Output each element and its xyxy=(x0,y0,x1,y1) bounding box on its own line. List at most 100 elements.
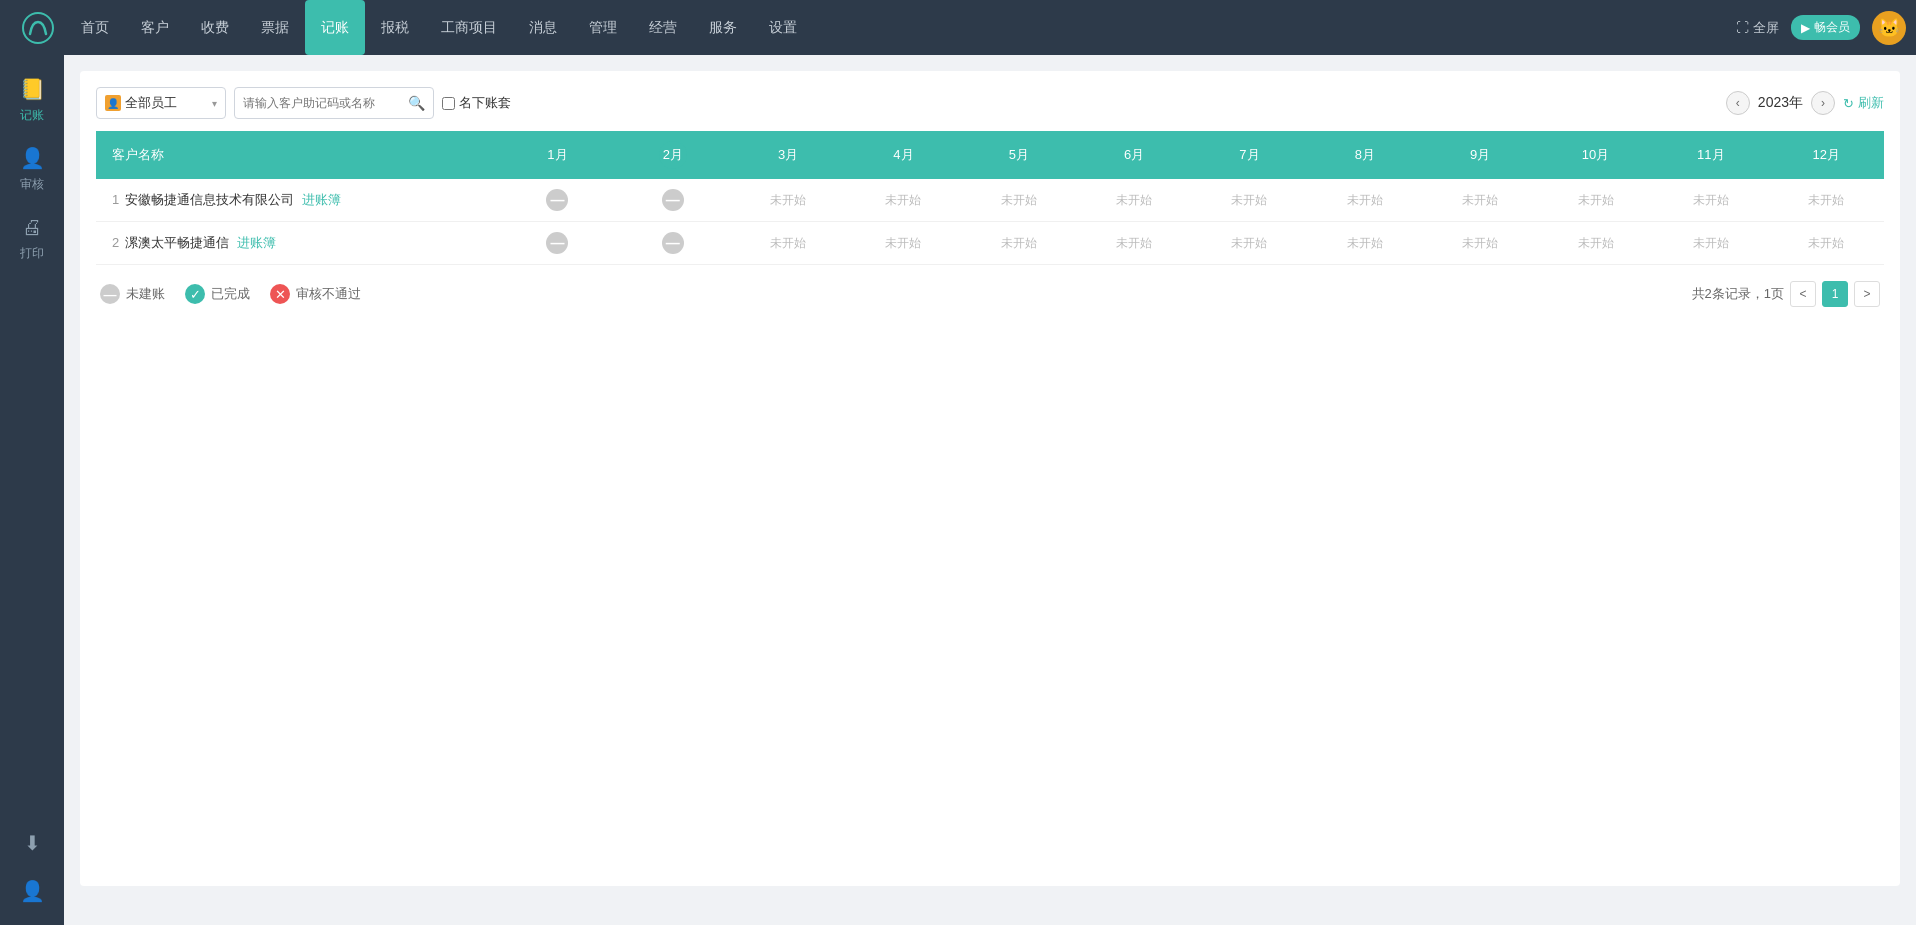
nav-item-customer[interactable]: 客户 xyxy=(125,0,185,55)
nav-item-manage[interactable]: 管理 xyxy=(573,0,633,55)
nav-item-account[interactable]: 记账 xyxy=(305,0,365,55)
month-cell-m12: 未开始 xyxy=(1769,222,1884,265)
year-label: 2023年 xyxy=(1758,94,1803,112)
not-built-icon: — xyxy=(662,232,684,254)
month-cell-m7: 未开始 xyxy=(1192,222,1307,265)
app-logo xyxy=(10,12,65,44)
not-built-icon: — xyxy=(546,232,568,254)
page-1-button[interactable]: 1 xyxy=(1822,281,1848,307)
month-cell-m4: 未开始 xyxy=(846,222,961,265)
sidebar-item-audit[interactable]: 👤审核 xyxy=(0,134,64,203)
prev-page-button[interactable]: < xyxy=(1790,281,1816,307)
search-icon[interactable]: 🔍 xyxy=(408,95,425,111)
sidebar-item-user[interactable]: 👤 xyxy=(0,867,64,915)
nav-item-service[interactable]: 服务 xyxy=(693,0,753,55)
month-cell-m8: 未开始 xyxy=(1307,222,1422,265)
nav-item-operation[interactable]: 经营 xyxy=(633,0,693,55)
month-cell-m11: 未开始 xyxy=(1653,222,1768,265)
svg-point-0 xyxy=(23,13,53,43)
nav-item-invoice[interactable]: 票据 xyxy=(245,0,305,55)
download-icon: ⬇ xyxy=(18,829,46,857)
toolbar: 👤 全部员工 ▾ 🔍 名下账套 ‹ 2023年 › ↻ 刷新 xyxy=(96,87,1884,119)
col-header-m9: 9月 xyxy=(1422,131,1537,179)
top-nav: 首页客户收费票据记账报税工商项目消息管理经营服务设置 ⛶ 全屏 ▶ 畅会员 🐱 xyxy=(0,0,1916,55)
account-icon: 📒 xyxy=(18,75,46,103)
enter-ledger-link[interactable]: 进账簿 xyxy=(302,192,341,207)
refresh-icon: ↻ xyxy=(1843,96,1854,111)
month-cell-m3: 未开始 xyxy=(730,179,845,222)
next-page-button[interactable]: > xyxy=(1854,281,1880,307)
avatar[interactable]: 🐱 xyxy=(1872,11,1906,45)
nav-item-message[interactable]: 消息 xyxy=(513,0,573,55)
table-row: 1安徽畅捷通信息技术有限公司进账簿——未开始未开始未开始未开始未开始未开始未开始… xyxy=(96,179,1884,222)
month-cell-m9: 未开始 xyxy=(1422,222,1537,265)
month-cell-m3: 未开始 xyxy=(730,222,845,265)
prev-year-button[interactable]: ‹ xyxy=(1726,91,1750,115)
nav-item-settings[interactable]: 设置 xyxy=(753,0,813,55)
month-cell-m9: 未开始 xyxy=(1422,179,1537,222)
vip-button[interactable]: ▶ 畅会员 xyxy=(1791,15,1860,40)
col-header-m1: 1月 xyxy=(500,131,615,179)
not-built-icon: — xyxy=(662,189,684,211)
legend-item: ✓已完成 xyxy=(185,284,250,304)
print-icon: 🖨 xyxy=(18,213,46,241)
month-cell-m6: 未开始 xyxy=(1076,179,1191,222)
month-cell-m5: 未开始 xyxy=(961,222,1076,265)
top-nav-items: 首页客户收费票据记账报税工商项目消息管理经营服务设置 xyxy=(65,0,1736,55)
table-row: 2漯澳太平畅捷通信进账簿——未开始未开始未开始未开始未开始未开始未开始未开始未开… xyxy=(96,222,1884,265)
table-scroll-wrap: 客户名称1月2月3月4月5月6月7月8月9月10月11月12月1安徽畅捷通信息技… xyxy=(96,131,1884,265)
month-cell-m12: 未开始 xyxy=(1769,179,1884,222)
content-area: 👤 全部员工 ▾ 🔍 名下账套 ‹ 2023年 › ↻ 刷新 xyxy=(80,71,1900,886)
fullscreen-button[interactable]: ⛶ 全屏 xyxy=(1736,19,1779,37)
main-content: 👤 全部员工 ▾ 🔍 名下账套 ‹ 2023年 › ↻ 刷新 xyxy=(64,55,1916,925)
col-header-m8: 8月 xyxy=(1307,131,1422,179)
audit-icon: 👤 xyxy=(18,144,46,172)
col-header-name: 客户名称 xyxy=(96,131,500,179)
col-header-m10: 10月 xyxy=(1538,131,1653,179)
refresh-button[interactable]: ↻ 刷新 xyxy=(1843,94,1884,112)
nav-item-billing[interactable]: 收费 xyxy=(185,0,245,55)
month-cell-m1[interactable]: — xyxy=(500,179,615,222)
month-cell-m2[interactable]: — xyxy=(615,179,730,222)
nav-item-business[interactable]: 工商项目 xyxy=(425,0,513,55)
employee-select[interactable]: 👤 全部员工 ▾ xyxy=(96,87,226,119)
month-cell-m4: 未开始 xyxy=(846,179,961,222)
nav-item-home[interactable]: 首页 xyxy=(65,0,125,55)
search-wrap: 🔍 xyxy=(234,87,434,119)
pagination: 共2条记录，1页 < 1 > xyxy=(1692,281,1880,307)
col-header-m2: 2月 xyxy=(615,131,730,179)
month-cell-m2[interactable]: — xyxy=(615,222,730,265)
checkbox-label[interactable]: 名下账套 xyxy=(442,94,511,112)
col-header-m11: 11月 xyxy=(1653,131,1768,179)
month-cell-m1[interactable]: — xyxy=(500,222,615,265)
not-built-icon: — xyxy=(546,189,568,211)
legend: —未建账 ✓已完成 ✕审核不通过 xyxy=(100,284,361,304)
col-header-m6: 6月 xyxy=(1076,131,1191,179)
year-nav: ‹ 2023年 › xyxy=(1726,91,1835,115)
sidebar-item-print[interactable]: 🖨打印 xyxy=(0,203,64,272)
search-input[interactable] xyxy=(243,96,402,110)
month-cell-m7: 未开始 xyxy=(1192,179,1307,222)
sidebar-item-download[interactable]: ⬇ xyxy=(0,819,64,867)
month-cell-m10: 未开始 xyxy=(1538,179,1653,222)
nav-item-tax[interactable]: 报税 xyxy=(365,0,425,55)
next-year-button[interactable]: › xyxy=(1811,91,1835,115)
vip-icon: ▶ xyxy=(1801,21,1810,35)
account-table: 客户名称1月2月3月4月5月6月7月8月9月10月11月12月1安徽畅捷通信息技… xyxy=(96,131,1884,265)
legend-item: ✕审核不通过 xyxy=(270,284,361,304)
sidebar-item-account[interactable]: 📒记账 xyxy=(0,65,64,134)
enter-ledger-link[interactable]: 进账簿 xyxy=(237,235,276,250)
my-accounts-checkbox[interactable] xyxy=(442,97,455,110)
month-cell-m10: 未开始 xyxy=(1538,222,1653,265)
client-name-cell: 1安徽畅捷通信息技术有限公司进账簿 xyxy=(96,179,500,222)
top-nav-right: ⛶ 全屏 ▶ 畅会员 🐱 xyxy=(1736,11,1906,45)
month-cell-m6: 未开始 xyxy=(1076,222,1191,265)
sidebar-bottom: ⬇👤 xyxy=(0,819,64,925)
month-cell-m11: 未开始 xyxy=(1653,179,1768,222)
month-cell-m8: 未开始 xyxy=(1307,179,1422,222)
employee-select-text: 全部员工 xyxy=(125,94,208,112)
col-header-m4: 4月 xyxy=(846,131,961,179)
employee-icon: 👤 xyxy=(105,95,121,111)
legend-item: —未建账 xyxy=(100,284,165,304)
col-header-m3: 3月 xyxy=(730,131,845,179)
